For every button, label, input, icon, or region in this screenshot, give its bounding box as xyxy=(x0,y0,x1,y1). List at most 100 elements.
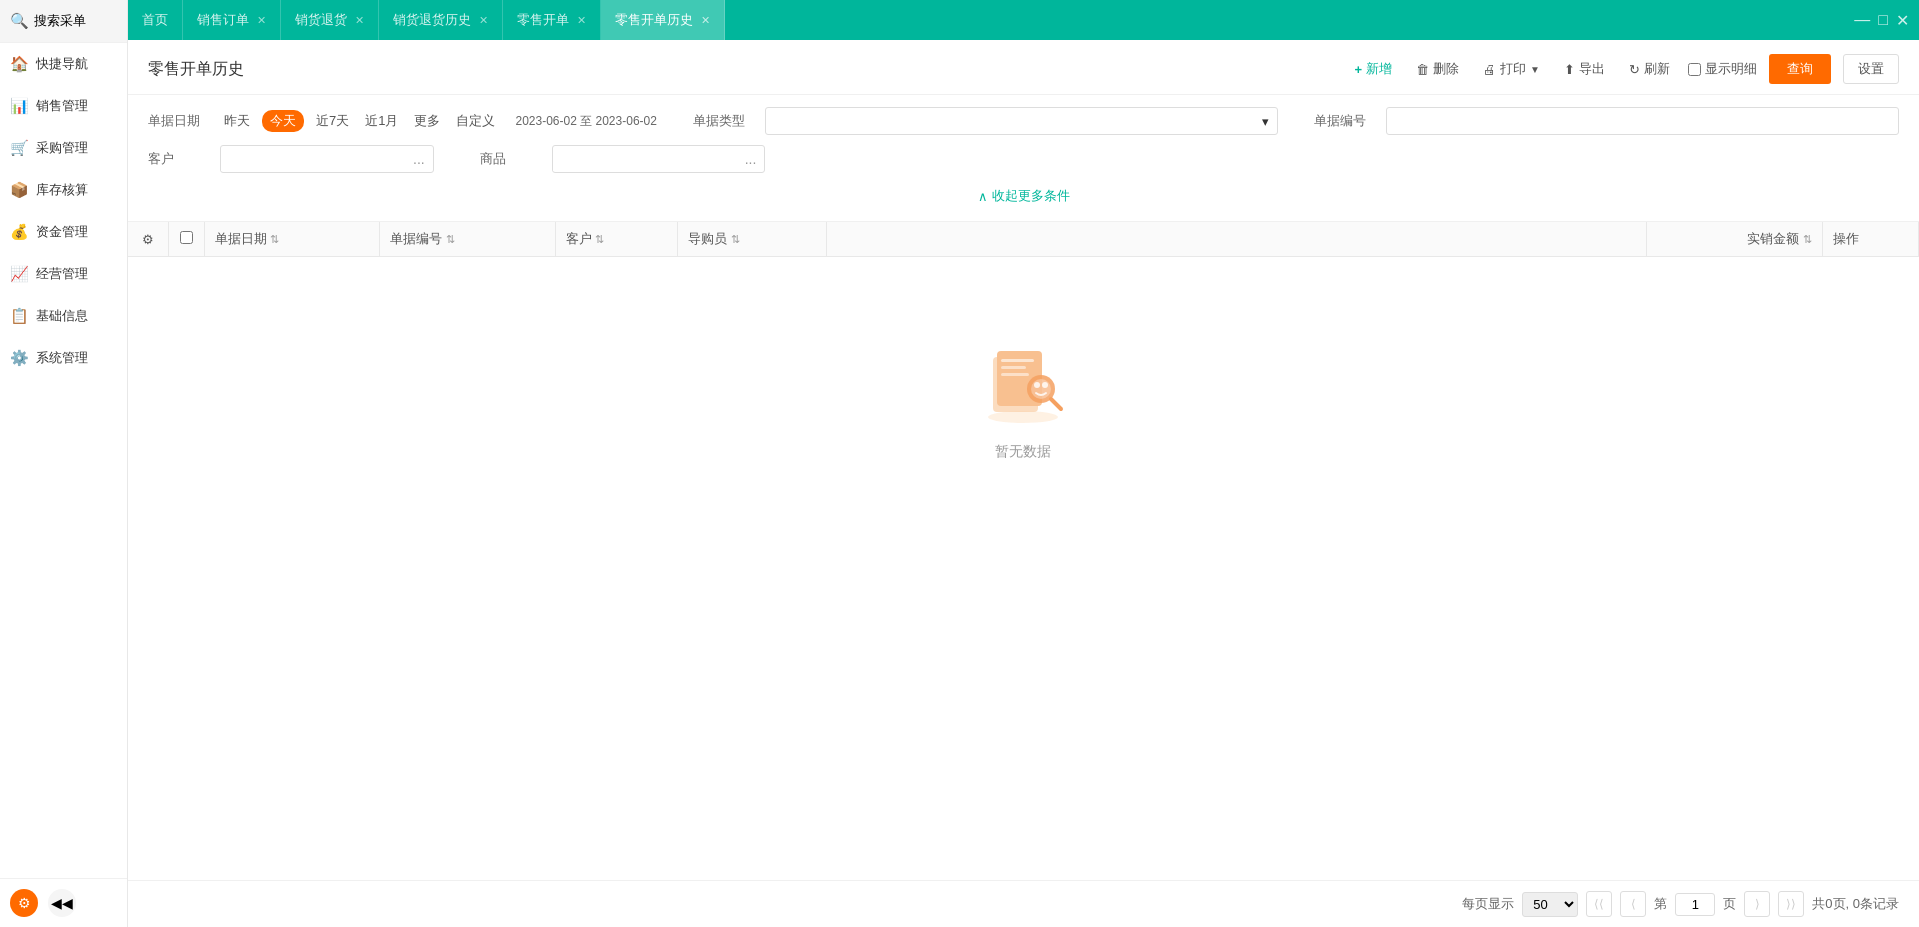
filter-area: 单据日期 昨天 今天 近7天 近1月 更多 自定义 2023-06-02 至 2… xyxy=(128,95,1919,222)
money-icon: 💰 xyxy=(10,223,28,241)
sidebar-item-operations[interactable]: 📈 经营管理 xyxy=(0,253,127,295)
sidebar-item-label: 快捷导航 xyxy=(36,55,88,73)
col-customer[interactable]: 客户 ⇅ xyxy=(555,222,677,257)
shortcut-yesterday[interactable]: 昨天 xyxy=(220,110,254,132)
product-label: 商品 xyxy=(480,150,536,168)
customer-picker-btn[interactable]: ... xyxy=(405,151,433,167)
tab-sales-return-history[interactable]: 销货退货历史 ✕ xyxy=(379,0,503,40)
sidebar-item-quick-nav[interactable]: 🏠 快捷导航 xyxy=(0,43,127,85)
empty-text: 暂无数据 xyxy=(995,443,1051,461)
doc-type-select[interactable]: ▾ xyxy=(765,107,1278,135)
col-doc-no[interactable]: 单据编号 ⇅ xyxy=(380,222,556,257)
tab-close-sales-return-history[interactable]: ✕ xyxy=(479,14,488,27)
refresh-button[interactable]: ↻ 刷新 xyxy=(1623,56,1676,82)
shortcut-more[interactable]: 更多 xyxy=(410,110,444,132)
operations-icon: 📈 xyxy=(10,265,28,283)
sort-doc-no-icon: ⇅ xyxy=(446,233,455,245)
table-body: 暂无数据 xyxy=(128,257,1919,542)
tab-retail-open[interactable]: 零售开单 ✕ xyxy=(503,0,601,40)
col-salesperson[interactable]: 导购员 ⇅ xyxy=(677,222,826,257)
customer-input[interactable]: ... xyxy=(220,145,434,173)
col-doc-date[interactable]: 单据日期 ⇅ xyxy=(204,222,380,257)
shortcut-last1month[interactable]: 近1月 xyxy=(361,110,402,132)
doc-icon: 📋 xyxy=(10,307,28,325)
product-input[interactable]: ... xyxy=(552,145,766,173)
product-picker-btn[interactable]: ... xyxy=(737,151,765,167)
col-amount[interactable]: 实销金额 ⇅ xyxy=(1646,222,1822,257)
tab-sales-return[interactable]: 销货退货 ✕ xyxy=(281,0,379,40)
cart-icon: 🛒 xyxy=(10,139,28,157)
window-minimize-btn[interactable]: — xyxy=(1854,11,1870,29)
sort-customer-icon: ⇅ xyxy=(595,233,604,245)
product-text-input[interactable] xyxy=(553,148,737,171)
show-detail-checkbox[interactable]: 显示明细 xyxy=(1688,60,1757,78)
col-spacer xyxy=(826,222,1646,257)
box-icon: 📦 xyxy=(10,181,28,199)
col-check[interactable] xyxy=(168,222,204,257)
window-close-btn[interactable]: ✕ xyxy=(1896,11,1909,30)
sidebar-search[interactable]: 🔍 搜索采单 xyxy=(0,0,127,43)
tab-close-retail-open-history[interactable]: ✕ xyxy=(701,14,710,27)
delete-button[interactable]: 🗑 删除 xyxy=(1410,56,1465,82)
settings-bottom-btn[interactable]: ⚙ xyxy=(10,889,38,917)
sidebar-item-purchase-mgmt[interactable]: 🛒 采购管理 xyxy=(0,127,127,169)
page-prev-btn[interactable]: ⟨ xyxy=(1620,891,1646,917)
page-header: 零售开单历史 + 新增 🗑 删除 🖨 打印▼ ⬆ 导出 ↻ 刷新 显示明细 查询… xyxy=(128,40,1919,95)
page-last-btn[interactable]: ⟩⟩ xyxy=(1778,891,1804,917)
date-label: 单据日期 xyxy=(148,112,204,130)
tab-close-sales-return[interactable]: ✕ xyxy=(355,14,364,27)
customer-text-input[interactable] xyxy=(221,148,405,171)
trash-icon: 🗑 xyxy=(1416,62,1429,77)
collapse-bar[interactable]: ∧ 收起更多条件 xyxy=(148,183,1899,209)
tab-sales-order[interactable]: 销售订单 ✕ xyxy=(183,0,281,40)
refresh-icon: ↻ xyxy=(1629,62,1640,77)
add-icon: + xyxy=(1355,62,1363,77)
window-maximize-btn[interactable]: □ xyxy=(1878,11,1888,29)
tab-close-sales-order[interactable]: ✕ xyxy=(257,14,266,27)
sidebar: 🔍 搜索采单 🏠 快捷导航 📊 销售管理 🛒 采购管理 📦 库存核算 💰 资金管… xyxy=(0,0,128,927)
svg-point-10 xyxy=(1042,382,1048,388)
sidebar-item-basic-info[interactable]: 📋 基础信息 xyxy=(0,295,127,337)
col-settings[interactable]: ⚙ xyxy=(128,222,168,257)
svg-point-0 xyxy=(988,411,1058,423)
shortcut-custom[interactable]: 自定义 xyxy=(452,110,499,132)
settings-button[interactable]: 设置 xyxy=(1843,54,1899,84)
shortcut-today[interactable]: 今天 xyxy=(262,110,304,132)
empty-cell: 暂无数据 xyxy=(128,257,1919,542)
sidebar-item-sales-mgmt[interactable]: 📊 销售管理 xyxy=(0,85,127,127)
print-button[interactable]: 🖨 打印▼ xyxy=(1477,56,1546,82)
pagination: 每页显示 50 20 100 ⟨⟨ ⟨ 第 页 ⟩ ⟩⟩ 共0页, 0条记录 xyxy=(128,880,1919,927)
table-header-row: ⚙ 单据日期 ⇅ 单据编号 ⇅ 客户 ⇅ xyxy=(128,222,1919,257)
export-button[interactable]: ⬆ 导出 xyxy=(1558,56,1611,82)
page-size-select[interactable]: 50 20 100 xyxy=(1522,892,1578,917)
show-detail-check-input[interactable] xyxy=(1688,63,1701,76)
select-all-checkbox[interactable] xyxy=(180,231,193,244)
svg-rect-3 xyxy=(1001,359,1034,362)
customer-label: 客户 xyxy=(148,150,204,168)
page-jump-label: 第 xyxy=(1654,895,1667,913)
tab-retail-open-history[interactable]: 零售开单历史 ✕ xyxy=(601,0,725,40)
sidebar-item-finance[interactable]: 💰 资金管理 xyxy=(0,211,127,253)
tab-home[interactable]: 首页 xyxy=(128,0,183,40)
page-next-btn[interactable]: ⟩ xyxy=(1744,891,1770,917)
page-number-input[interactable] xyxy=(1675,893,1715,916)
table-header: ⚙ 单据日期 ⇅ 单据编号 ⇅ 客户 ⇅ xyxy=(128,222,1919,257)
content-area: 零售开单历史 + 新增 🗑 删除 🖨 打印▼ ⬆ 导出 ↻ 刷新 显示明细 查询… xyxy=(128,40,1919,927)
query-button[interactable]: 查询 xyxy=(1769,54,1831,84)
tab-close-retail-open[interactable]: ✕ xyxy=(577,14,586,27)
add-button[interactable]: + 新增 xyxy=(1349,56,1399,82)
sort-doc-date-icon: ⇅ xyxy=(270,233,279,245)
sort-salesperson-icon: ⇅ xyxy=(731,233,740,245)
table-area: ⚙ 单据日期 ⇅ 单据编号 ⇅ 客户 ⇅ xyxy=(128,222,1919,880)
svg-line-8 xyxy=(1051,399,1061,409)
sidebar-item-inventory[interactable]: 📦 库存核算 xyxy=(0,169,127,211)
doc-no-input[interactable] xyxy=(1386,107,1899,135)
shortcut-last7days[interactable]: 近7天 xyxy=(312,110,353,132)
page-first-btn[interactable]: ⟨⟨ xyxy=(1586,891,1612,917)
sidebar-item-label: 库存核算 xyxy=(36,181,88,199)
chart-icon: 📊 xyxy=(10,97,28,115)
sidebar-item-system-mgmt[interactable]: ⚙️ 系统管理 xyxy=(0,337,127,379)
collapse-btn[interactable]: ◀◀ xyxy=(48,889,76,917)
filter-row-1: 单据日期 昨天 今天 近7天 近1月 更多 自定义 2023-06-02 至 2… xyxy=(148,107,1899,135)
gear-icon: ⚙️ xyxy=(10,349,28,367)
